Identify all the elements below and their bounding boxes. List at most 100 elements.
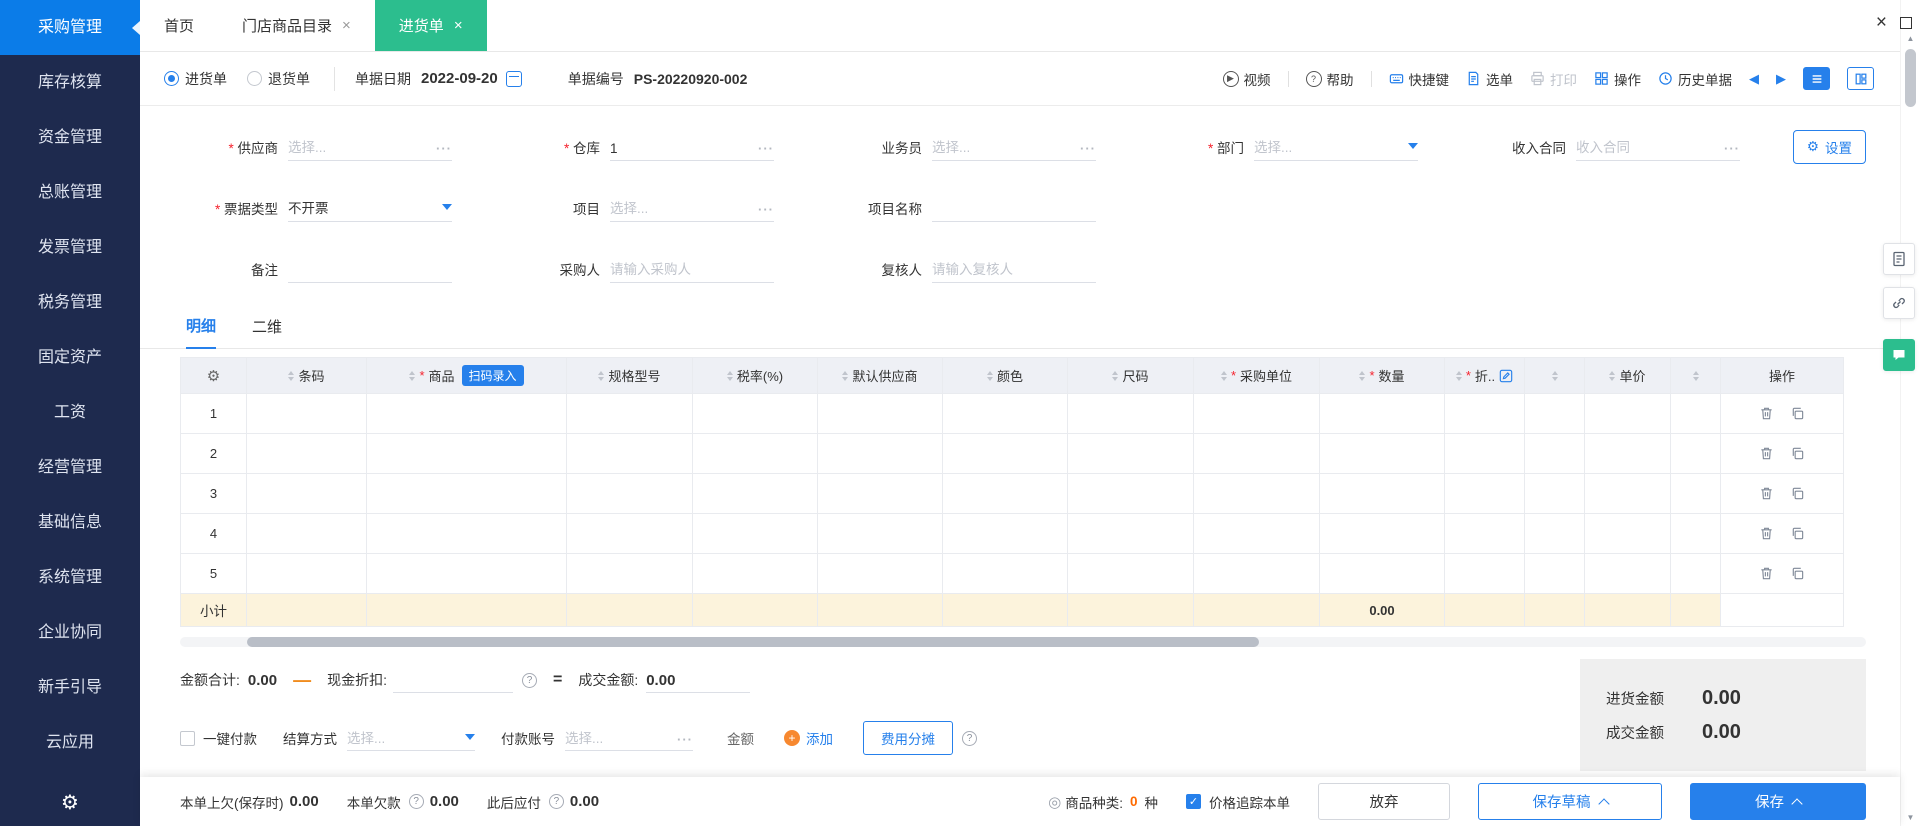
table-cell[interactable]	[366, 433, 567, 474]
row-number-cell[interactable]: 5	[180, 553, 247, 594]
delete-icon[interactable]	[1759, 526, 1774, 541]
row-number-cell[interactable]: 4	[180, 513, 247, 554]
table-cell[interactable]	[566, 473, 693, 514]
sort-icon[interactable]	[842, 370, 849, 381]
table-header-cell[interactable]: * 数量	[1319, 357, 1445, 394]
tab-close-icon[interactable]: ×	[454, 17, 463, 34]
table-cell[interactable]	[692, 553, 818, 594]
sort-icon[interactable]	[1359, 370, 1366, 381]
warehouse-input[interactable]: 1 ···	[610, 133, 774, 161]
table-cell[interactable]	[1670, 433, 1721, 474]
table-cell[interactable]	[1067, 393, 1194, 434]
radio-purchase-order[interactable]: 进货单	[164, 69, 227, 89]
payment-account-input[interactable]: 选择... ···	[565, 725, 693, 751]
sidebar-item-purchase[interactable]: 采购管理	[0, 0, 140, 55]
table-cell[interactable]	[1319, 433, 1445, 474]
table-cell[interactable]	[1193, 473, 1320, 514]
ellipsis-picker-icon[interactable]: ···	[1724, 141, 1740, 156]
table-cell[interactable]	[1067, 433, 1194, 474]
table-cell[interactable]	[1670, 553, 1721, 594]
table-cell[interactable]	[1670, 473, 1721, 514]
delete-icon[interactable]	[1759, 486, 1774, 501]
delete-icon[interactable]	[1759, 566, 1774, 581]
remark-input[interactable]	[288, 255, 452, 283]
fullscreen-icon[interactable]	[1900, 16, 1912, 29]
sort-icon[interactable]	[1692, 370, 1699, 381]
select-order-button[interactable]: 选单	[1466, 69, 1513, 89]
table-cell[interactable]	[246, 433, 367, 474]
table-cell[interactable]	[1193, 393, 1320, 434]
sort-icon[interactable]	[1455, 370, 1462, 381]
table-cell[interactable]	[1670, 393, 1721, 434]
vertical-scrollbar-thumb[interactable]	[1905, 49, 1916, 107]
ellipsis-picker-icon[interactable]: ···	[1080, 141, 1096, 156]
copy-icon[interactable]	[1790, 446, 1805, 461]
scroll-down-icon[interactable]: ▼	[1904, 813, 1917, 823]
table-cell[interactable]	[366, 513, 567, 554]
supplier-input[interactable]: 选择... ···	[288, 133, 452, 161]
table-cell[interactable]	[1444, 433, 1525, 474]
table-cell[interactable]	[1067, 553, 1194, 594]
tab-detail[interactable]: 明细	[186, 315, 217, 349]
table-cell[interactable]	[817, 393, 943, 434]
history-orders-button[interactable]: 历史单据	[1658, 69, 1732, 89]
table-header-cell[interactable]: * 折..	[1444, 357, 1525, 394]
tab-home[interactable]: 首页	[140, 0, 218, 51]
copy-icon[interactable]	[1790, 526, 1805, 541]
chevron-down-icon[interactable]	[465, 734, 475, 745]
help-circle-icon[interactable]: ?	[521, 672, 537, 688]
help-circle-icon[interactable]: ?	[962, 730, 977, 746]
help-circle-icon[interactable]: ?	[408, 794, 424, 809]
table-cell[interactable]	[1524, 473, 1585, 514]
table-cell[interactable]	[942, 433, 1068, 474]
table-cell[interactable]	[1193, 553, 1320, 594]
table-header-cell[interactable]: 条码	[246, 357, 367, 394]
table-cell[interactable]	[1444, 473, 1525, 514]
help-circle-icon[interactable]: ?	[548, 794, 564, 809]
date-value[interactable]: 2022-09-20	[421, 70, 498, 87]
chevron-down-icon[interactable]	[442, 203, 452, 215]
table-cell[interactable]	[1444, 513, 1525, 554]
table-cell[interactable]	[817, 553, 943, 594]
horizontal-scrollbar[interactable]	[180, 637, 1866, 647]
sidebar-item-salary[interactable]: 工资	[0, 385, 140, 440]
table-header-cell[interactable]: ⚙	[180, 357, 247, 394]
sidebar-item-newbie-guide[interactable]: 新手引导	[0, 660, 140, 715]
copy-icon[interactable]	[1790, 406, 1805, 421]
salesman-input[interactable]: 选择... ···	[932, 133, 1096, 161]
table-cell[interactable]	[1584, 473, 1671, 514]
table-cell[interactable]	[1584, 393, 1671, 434]
save-button[interactable]: 保存	[1690, 783, 1866, 820]
onekey-pay-checkbox[interactable]	[180, 730, 195, 746]
table-cell[interactable]	[692, 433, 818, 474]
sidebar-item-general-ledger[interactable]: 总账管理	[0, 165, 140, 220]
table-cell[interactable]	[566, 553, 693, 594]
table-header-cell[interactable]: 默认供应商	[817, 357, 943, 394]
table-header-cell[interactable]: 税率(%)	[692, 357, 818, 394]
sort-icon[interactable]	[598, 370, 605, 381]
table-cell[interactable]	[566, 433, 693, 474]
scan-entry-button[interactable]: 扫码录入	[461, 365, 524, 386]
table-cell[interactable]	[942, 473, 1068, 514]
help-button[interactable]: ? 帮助	[1305, 69, 1354, 89]
table-cell[interactable]	[1584, 513, 1671, 554]
doc-panel-button[interactable]	[1883, 243, 1915, 275]
sidebar-item-funds[interactable]: 资金管理	[0, 110, 140, 165]
operations-button[interactable]: 操作	[1594, 69, 1641, 89]
expense-apportion-button[interactable]: 费用分摊	[863, 721, 953, 755]
sort-icon[interactable]	[726, 370, 733, 381]
prev-page-icon[interactable]: ◀	[1749, 71, 1759, 87]
radio-return-order[interactable]: 退货单	[247, 69, 310, 89]
save-draft-button[interactable]: 保存草稿	[1478, 783, 1662, 820]
table-header-cell[interactable]: 操作	[1720, 357, 1844, 394]
table-cell[interactable]	[942, 393, 1068, 434]
table-cell[interactable]	[366, 553, 567, 594]
table-header-cell[interactable]: * 商品 扫码录入	[366, 357, 567, 394]
table-cell[interactable]	[246, 393, 367, 434]
table-cell[interactable]	[1319, 393, 1445, 434]
customer-service-button[interactable]	[1883, 339, 1915, 371]
sidebar-item-inventory[interactable]: 库存核算	[0, 55, 140, 110]
table-cell[interactable]	[566, 513, 693, 554]
table-header-cell[interactable]	[1524, 357, 1585, 394]
table-cell[interactable]	[817, 433, 943, 474]
